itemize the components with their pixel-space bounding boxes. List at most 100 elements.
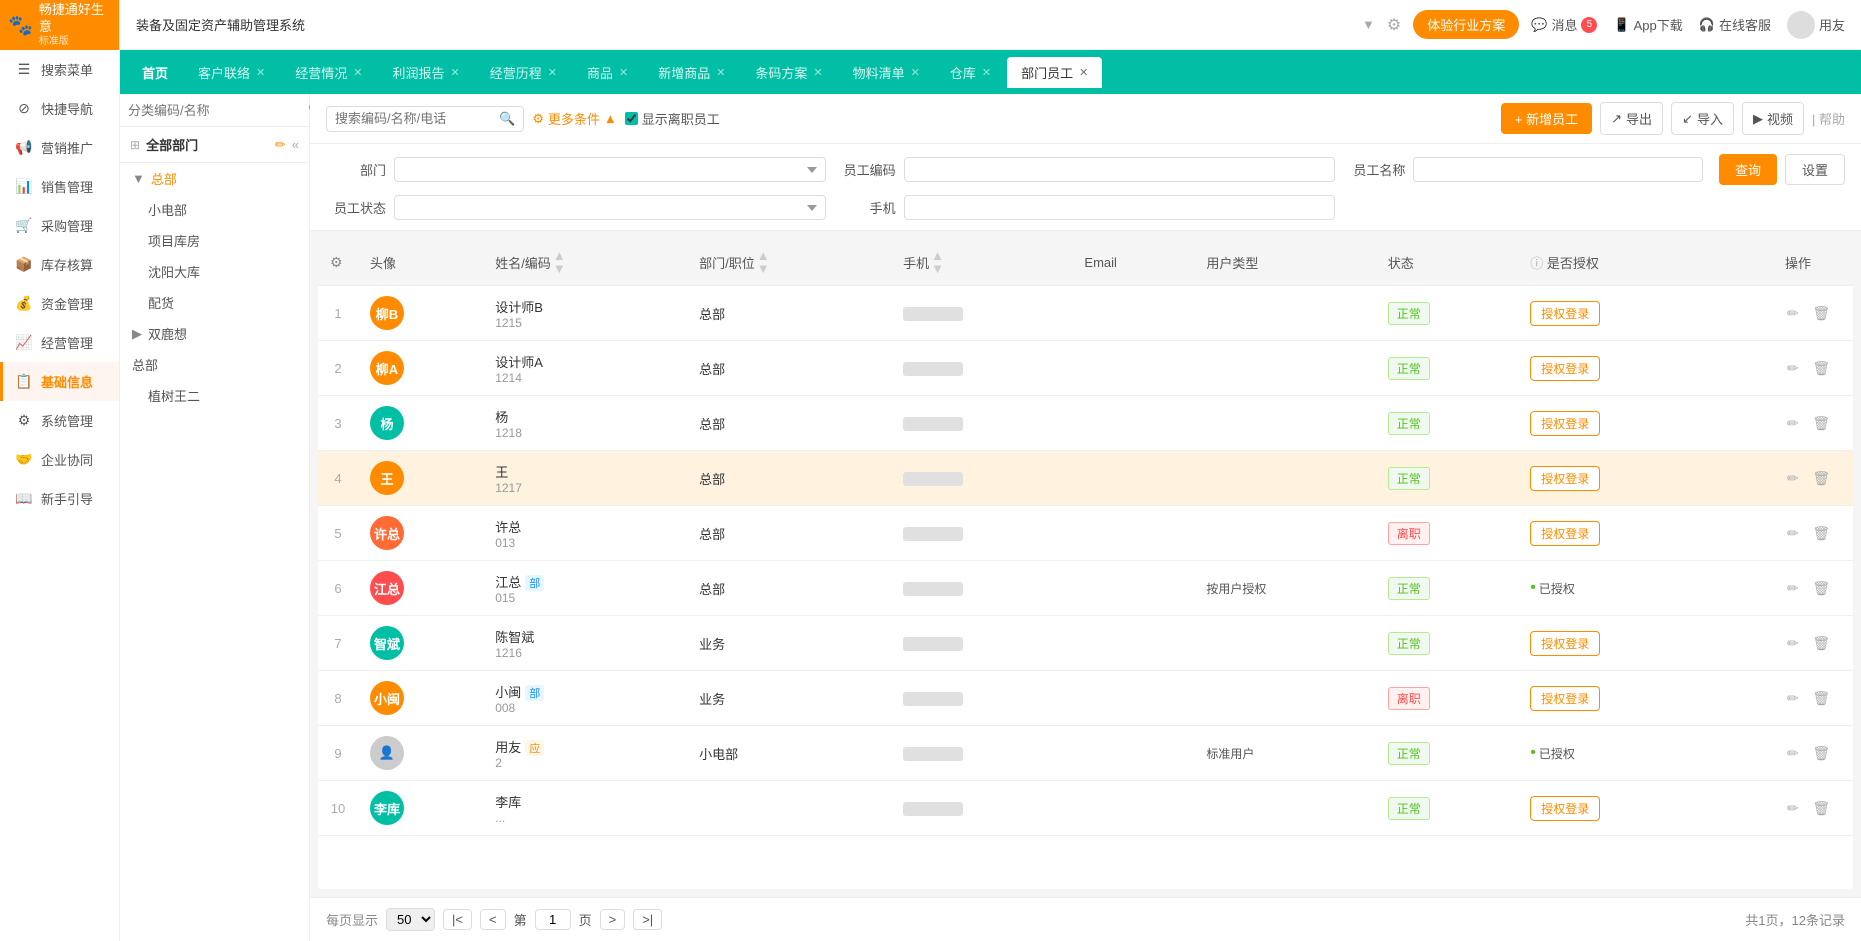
last-page-btn[interactable]: >| [633, 909, 662, 930]
auth-login-btn[interactable]: 授权登录 [1530, 356, 1600, 381]
auth-login-btn[interactable]: 授权登录 [1530, 631, 1600, 656]
tab-bom[interactable]: 物料清单 ✕ [839, 57, 934, 88]
tab-profit[interactable]: 利润报告 ✕ [378, 57, 473, 88]
tab-warehouse[interactable]: 仓库 ✕ [936, 57, 1005, 88]
delete-button[interactable]: 🗑 [1810, 578, 1832, 599]
tree-edit-icon[interactable]: ✏ [275, 137, 286, 153]
tab-add-goods[interactable]: 新增商品 ✕ [644, 57, 739, 88]
tab-operations-status[interactable]: 经营情况 ✕ [281, 57, 376, 88]
close-tab-add-goods[interactable]: ✕ [716, 66, 725, 79]
col-dept[interactable]: 部门/职位 ▲▼ [687, 239, 891, 286]
import-button[interactable]: ↙ 导入 [1671, 102, 1734, 135]
show-resigned-toggle[interactable]: 显示离职员工 [625, 109, 720, 128]
delete-button[interactable]: 🗑 [1810, 688, 1832, 709]
tree-node-small-elec[interactable]: 小电部 [120, 194, 309, 225]
delete-button[interactable]: 🗑 [1810, 413, 1832, 434]
edit-button[interactable]: ✏ [1785, 523, 1801, 544]
auth-login-btn[interactable]: 授权登录 [1530, 521, 1600, 546]
trial-button[interactable]: 体验行业方案 [1413, 10, 1519, 39]
tree-node-project[interactable]: 项目库房 [120, 225, 309, 256]
close-tab-ops[interactable]: ✕ [353, 66, 362, 79]
set-button[interactable]: 设置 [1785, 154, 1845, 185]
tree-collapse-icon[interactable]: « [292, 137, 299, 152]
delete-button[interactable]: 🗑 [1810, 523, 1832, 544]
delete-button[interactable]: 🗑 [1810, 743, 1832, 764]
show-resigned-checkbox[interactable] [625, 112, 638, 125]
tab-goods[interactable]: 商品 ✕ [573, 57, 642, 88]
dept-sort[interactable]: 部门/职位 ▲▼ [699, 249, 879, 275]
delete-button[interactable]: 🗑 [1810, 633, 1832, 654]
dropdown-arrow-icon[interactable]: ▼ [1362, 17, 1375, 32]
edit-button[interactable]: ✏ [1785, 468, 1801, 489]
tree-node-planting[interactable]: 植树王二 [120, 380, 309, 411]
help-btn[interactable]: | 帮助 [1812, 109, 1845, 128]
more-conditions-btn[interactable]: ⚙ 更多条件 ▲ [532, 109, 617, 128]
auth-login-btn[interactable]: 授权登录 [1530, 796, 1600, 821]
close-tab-goods[interactable]: ✕ [619, 66, 628, 79]
close-tab-history[interactable]: ✕ [548, 66, 557, 79]
close-tab-barcode[interactable]: ✕ [813, 66, 822, 79]
sidebar-item-inventory[interactable]: 📦 库存核算 [0, 245, 119, 284]
message-btn[interactable]: 💬 消息 5 [1531, 15, 1597, 34]
tree-search-input[interactable] [128, 103, 304, 118]
auth-login-btn[interactable]: 授权登录 [1530, 411, 1600, 436]
edit-button[interactable]: ✏ [1785, 633, 1801, 654]
settings-icon[interactable]: ⚙ [1387, 15, 1401, 35]
delete-button[interactable]: 🗑 [1810, 303, 1832, 324]
per-page-select[interactable]: 50 [386, 908, 435, 931]
emp-code-input[interactable] [904, 157, 1336, 182]
auth-login-btn[interactable]: 授权登录 [1530, 466, 1600, 491]
next-page-btn[interactable]: > [600, 909, 626, 930]
view-button[interactable]: ▶ 视频 [1742, 102, 1804, 135]
tab-customer[interactable]: 客户联络 ✕ [184, 57, 279, 88]
edit-button[interactable]: ✏ [1785, 303, 1801, 324]
col-name[interactable]: 姓名/编码 ▲▼ [483, 239, 687, 286]
sidebar-item-sales[interactable]: 📊 销售管理 [0, 167, 119, 206]
search-icon[interactable]: 🔍 [499, 111, 515, 127]
sidebar-item-guide[interactable]: 📖 新手引导 [0, 479, 119, 518]
search-button[interactable]: 查询 [1719, 154, 1777, 185]
dept-select[interactable] [394, 157, 826, 182]
tree-node-shenyang[interactable]: 沈阳大库 [120, 256, 309, 287]
tree-node-distribution[interactable]: 配货 [120, 287, 309, 318]
close-tab-employees[interactable]: ✕ [1079, 66, 1088, 79]
edit-button[interactable]: ✏ [1785, 358, 1801, 379]
name-sort[interactable]: 姓名/编码 ▲▼ [495, 249, 675, 275]
first-page-btn[interactable]: |< [443, 909, 472, 930]
sidebar-item-basic-info[interactable]: 📋 基础信息 [0, 362, 119, 401]
auth-login-btn[interactable]: 授权登录 [1530, 301, 1600, 326]
sidebar-item-operations[interactable]: 📈 经营管理 [0, 323, 119, 362]
edit-button[interactable]: ✏ [1785, 688, 1801, 709]
tree-node-hq[interactable]: 总部 [120, 349, 309, 380]
prev-page-btn[interactable]: < [480, 909, 506, 930]
close-tab-bom[interactable]: ✕ [911, 66, 920, 79]
phone-input[interactable] [904, 195, 1336, 220]
close-tab-warehouse[interactable]: ✕ [982, 66, 991, 79]
tab-home[interactable]: 首页 [128, 57, 182, 88]
emp-status-select[interactable] [394, 195, 826, 220]
close-tab-profit[interactable]: ✕ [451, 66, 460, 79]
col-gear-icon[interactable]: ⚙ [330, 254, 343, 270]
delete-button[interactable]: 🗑 [1810, 468, 1832, 489]
col-phone[interactable]: 手机 ▲▼ [891, 239, 1072, 286]
emp-name-input[interactable] [1413, 157, 1703, 182]
sidebar-item-system[interactable]: ⚙ 系统管理 [0, 401, 119, 440]
tab-barcode[interactable]: 条码方案 ✕ [741, 57, 836, 88]
sidebar-item-finance[interactable]: 💰 资金管理 [0, 284, 119, 323]
col-settings[interactable]: ⚙ [318, 239, 358, 286]
sidebar-item-marketing[interactable]: 📢 营销推广 [0, 128, 119, 167]
app-download-btn[interactable]: 📱 App下载 [1613, 15, 1682, 34]
edit-button[interactable]: ✏ [1785, 413, 1801, 434]
sidebar-item-collab[interactable]: 🤝 企业协同 [0, 440, 119, 479]
close-tab-customer[interactable]: ✕ [256, 66, 265, 79]
page-input[interactable] [535, 909, 571, 930]
tab-history[interactable]: 经营历程 ✕ [476, 57, 571, 88]
tab-employees[interactable]: 部门员工 ✕ [1007, 57, 1102, 88]
sidebar-item-purchase[interactable]: 🛒 采购管理 [0, 206, 119, 245]
tree-node-root[interactable]: ▼ 总部 [120, 163, 309, 194]
tree-node-shuanglu[interactable]: ▶ 双鹿想 [120, 318, 309, 349]
search-input[interactable] [335, 111, 495, 126]
auth-login-btn[interactable]: 授权登录 [1530, 686, 1600, 711]
add-employee-button[interactable]: + 新增员工 [1501, 103, 1592, 134]
online-service-btn[interactable]: 🎧 在线客服 [1699, 15, 1771, 34]
